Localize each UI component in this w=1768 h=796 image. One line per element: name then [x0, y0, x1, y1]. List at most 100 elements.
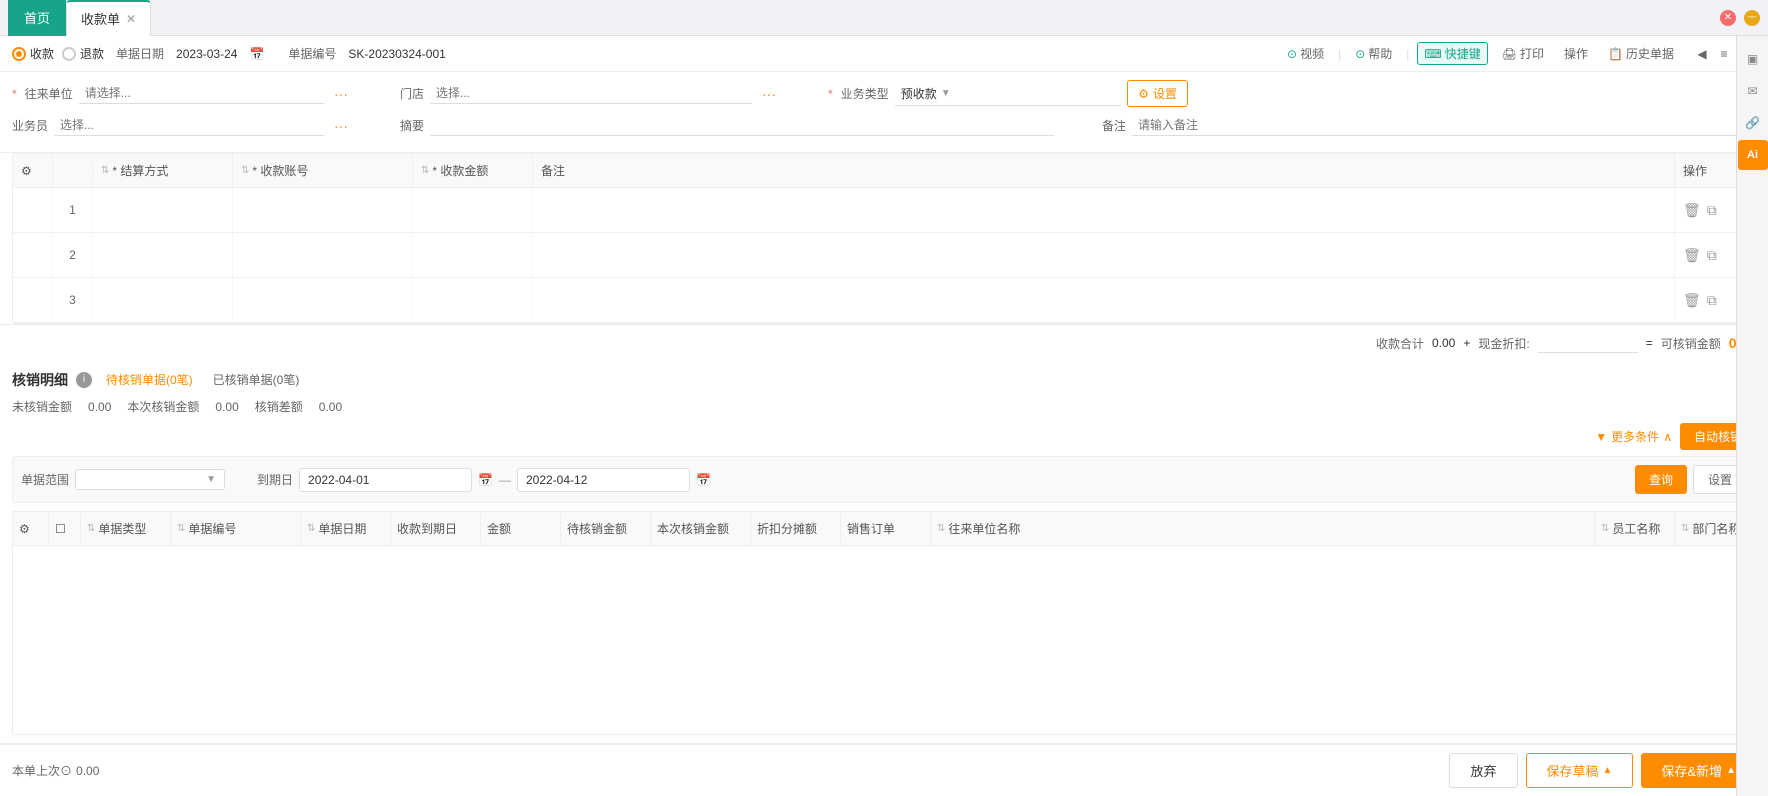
biz-type-label: 业务类型: [841, 85, 889, 102]
bth-counterpart: ⇅ 往来单位名称: [931, 512, 1595, 545]
sidebar-ai-icon[interactable]: Ai: [1738, 140, 1768, 170]
store-more-btn[interactable]: ···: [758, 86, 780, 102]
prev-icon[interactable]: ◀: [1692, 44, 1712, 64]
radio-refund[interactable]: 退款: [62, 45, 104, 62]
remark-input[interactable]: [1132, 115, 1756, 136]
td-rownum-3: 3: [53, 278, 93, 322]
delete-icon-1[interactable]: 🗑: [1683, 202, 1701, 219]
abandon-button[interactable]: 放弃: [1449, 753, 1517, 788]
bth-current-amount: 本次核销金额: [651, 512, 751, 545]
tab-bar: 首页 收款单 ✕ ✕ ─: [0, 0, 1768, 36]
copy-icon-1[interactable]: ⧉: [1707, 202, 1717, 219]
order-label: 本单上次⊙: [12, 762, 72, 779]
query-button[interactable]: 查询: [1635, 465, 1687, 494]
operate-btn[interactable]: 操作: [1558, 43, 1594, 64]
store-input[interactable]: [430, 83, 752, 104]
plus-sign: +: [1463, 336, 1470, 350]
current-label: 本次核销金额: [127, 398, 199, 415]
counterpart-more-btn[interactable]: ···: [330, 86, 352, 102]
td-settlement-3[interactable]: [93, 278, 233, 322]
discount-label: 现金折扣:: [1478, 335, 1529, 352]
history-btn[interactable]: 📋 历史单据: [1602, 43, 1680, 64]
copy-icon-3[interactable]: ⧉: [1707, 292, 1717, 309]
biz-type-select[interactable]: 预收款 ▼: [895, 82, 1122, 106]
more-conditions-btn[interactable]: ▼ 更多条件 ∧: [1595, 428, 1672, 445]
tab-home[interactable]: 首页: [8, 0, 66, 36]
bill-value: SK-20230324-001: [348, 47, 445, 61]
order-info: 本单上次⊙ 0.00: [12, 762, 99, 779]
td-account-1[interactable]: [233, 188, 413, 232]
bth-bill-no-label: 单据编号: [188, 520, 236, 537]
td-settlement-2[interactable]: [93, 233, 233, 277]
bth-bill-date: ⇅ 单据日期: [301, 512, 391, 545]
td-amount-1[interactable]: [413, 188, 533, 232]
due-date-field: 到期日 📅 — 📅: [257, 468, 711, 492]
tab-close-icon[interactable]: ✕: [126, 12, 136, 26]
range-select[interactable]: ▼: [75, 469, 225, 490]
td-settlement-1[interactable]: [93, 188, 233, 232]
bth-settings[interactable]: ⚙: [13, 514, 49, 544]
right-sidebar: ▣ ✉ 🔗 Ai: [1736, 36, 1768, 796]
biz-type-chevron: ▼: [941, 88, 951, 99]
td-account-3[interactable]: [233, 278, 413, 322]
sales-rep-more-btn[interactable]: ···: [330, 118, 352, 134]
bth-sales-order-label: 销售订单: [847, 520, 895, 537]
toolbar-right: ⊙ 视频 | ⊙ 帮助 | ⌨ 快捷键 🖨 打印 操作 📋 历史单据: [1281, 42, 1756, 65]
table-row: 2 🗑 ⧉: [13, 233, 1755, 278]
print-btn[interactable]: 🖨 打印: [1496, 43, 1550, 64]
bth-pending-amount-label: 待核销金额: [567, 520, 627, 537]
discount-input[interactable]: [1538, 333, 1638, 353]
date-start-input[interactable]: [299, 468, 472, 492]
help-btn[interactable]: ⊙ 帮助: [1349, 43, 1398, 64]
list-view-icon[interactable]: ≡: [1714, 44, 1734, 64]
sales-rep-field: 业务员 ···: [12, 115, 352, 136]
due-label: 到期日: [257, 471, 293, 488]
sidebar-mail-icon[interactable]: ✉: [1738, 76, 1768, 106]
date-end-input[interactable]: [517, 468, 690, 492]
td-remark-3[interactable]: [533, 278, 1675, 322]
td-account-2[interactable]: [233, 233, 413, 277]
table-row: 3 🗑 ⧉: [13, 278, 1755, 323]
save-new-label: 保存&新增: [1661, 761, 1722, 780]
settings-button[interactable]: ⚙ 设置: [1127, 80, 1188, 107]
window-minimize-button[interactable]: ─: [1744, 10, 1760, 26]
copy-icon-2[interactable]: ⧉: [1707, 247, 1717, 264]
calendar-icon[interactable]: 📅: [249, 47, 264, 61]
counterpart-input[interactable]: [79, 83, 324, 104]
delete-icon-3[interactable]: 🗑: [1683, 292, 1701, 309]
writeoff-title-row: 核销明细 i 待核销单据(0笔) 已核销单据(0笔): [12, 369, 1756, 390]
td-amount-3[interactable]: [413, 278, 533, 322]
delete-icon-2[interactable]: 🗑: [1683, 247, 1701, 264]
sidebar-attachment-icon[interactable]: 🔗: [1738, 108, 1768, 138]
pending-tab[interactable]: 待核销单据(0笔): [100, 369, 199, 390]
radio-collect[interactable]: 收款: [12, 45, 54, 62]
date-label: 单据日期: [116, 45, 164, 62]
sidebar-table-icon[interactable]: ▣: [1738, 44, 1768, 74]
operate-label: 操作: [1564, 45, 1588, 62]
writeoff-section: 核销明细 i 待核销单据(0笔) 已核销单据(0笔) 未核销金额 0.00 本次…: [0, 361, 1768, 743]
tab-receipt[interactable]: 收款单 ✕: [66, 0, 151, 36]
remark-label: 备注: [1102, 117, 1126, 134]
th-settings[interactable]: ⚙: [13, 156, 53, 186]
info-icon[interactable]: i: [76, 372, 92, 388]
window-close-button[interactable]: ✕: [1720, 10, 1736, 26]
th-account-label: * 收款账号: [252, 162, 308, 179]
radio-group: 收款 退款: [12, 45, 104, 62]
td-remark-1[interactable]: [533, 188, 1675, 232]
bth-checkbox[interactable]: ☐: [49, 514, 81, 544]
save-draft-button[interactable]: 保存草稿 ▲: [1526, 753, 1634, 788]
equals-sign: =: [1646, 336, 1653, 350]
history-icon: 📋: [1608, 47, 1623, 61]
video-btn[interactable]: ⊙ 视频: [1281, 43, 1330, 64]
shortcut-btn[interactable]: ⌨ 快捷键: [1417, 42, 1487, 65]
calendar-start-icon[interactable]: 📅: [478, 473, 493, 487]
bth-amount-label: 金额: [487, 520, 511, 537]
sales-rep-input[interactable]: [54, 115, 324, 136]
calendar-end-icon[interactable]: 📅: [696, 473, 711, 487]
summary-input[interactable]: [430, 115, 1054, 136]
th-remark: 备注: [533, 154, 1675, 187]
done-tab[interactable]: 已核销单据(0笔): [207, 369, 306, 390]
td-remark-2[interactable]: [533, 233, 1675, 277]
td-amount-2[interactable]: [413, 233, 533, 277]
top-bar: 收款 退款 单据日期 2023-03-24 📅 单据编号 SK-20230324…: [0, 36, 1768, 72]
